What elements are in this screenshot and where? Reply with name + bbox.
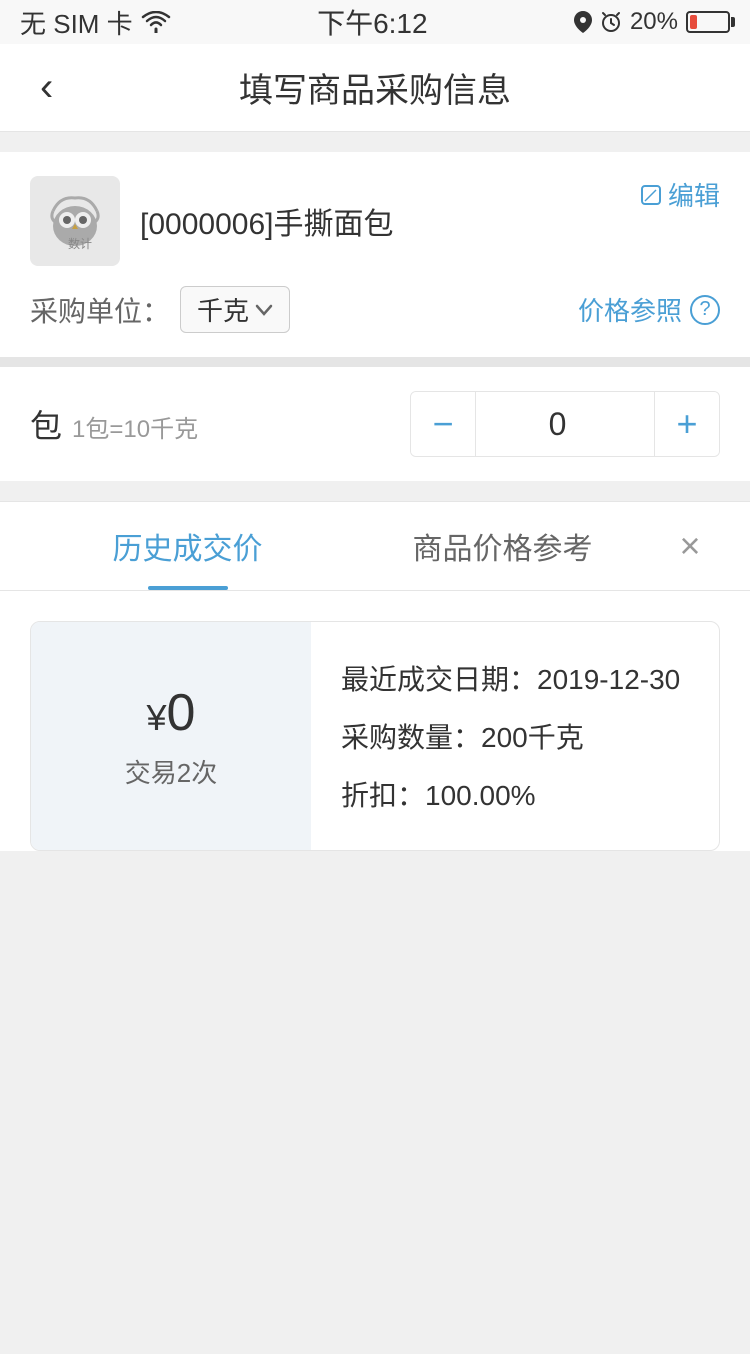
recent-date-row: 最近成交日期：2019-12-30	[341, 658, 689, 698]
tabs-header: 历史成交价 商品价格参考 ×	[0, 502, 750, 591]
discount-value: 100.00%	[425, 780, 536, 811]
history-detail-section: 最近成交日期：2019-12-30 采购数量：200千克 折扣：100.00%	[311, 622, 719, 850]
status-bar-left: 无 SIM 卡	[20, 4, 171, 41]
edit-button[interactable]: 编辑	[640, 176, 720, 213]
chevron-down-icon	[255, 304, 273, 316]
main-content: 数计 [0000006]手撕面包 编辑 采购单位： 千克	[0, 152, 750, 1354]
quantity-label: 包 1包=10千克	[30, 401, 198, 447]
divider-bar	[0, 357, 750, 367]
svg-text:数计: 数计	[68, 236, 92, 251]
tab1-label: 历史成交价	[113, 524, 263, 568]
nav-bar: ‹ 填写商品采购信息	[0, 44, 750, 132]
location-icon	[574, 11, 592, 33]
product-unit-row: 采购单位： 千克 价格参照 ?	[30, 286, 720, 333]
tabs-panel: 历史成交价 商品价格参考 × ¥0 交易2次 最近成交日期：2019-12-30…	[0, 501, 750, 851]
product-image: 数计	[30, 176, 120, 266]
quantity-controls: − +	[410, 391, 720, 457]
price-ref-label: 价格参照	[578, 291, 682, 328]
price-reference-button[interactable]: 价格参照 ?	[578, 291, 720, 328]
battery-percent: 20%	[630, 8, 678, 36]
discount-row: 折扣：100.00%	[341, 774, 689, 814]
tab2-label: 商品价格参考	[413, 524, 593, 568]
help-icon: ?	[690, 295, 720, 325]
tab-price-reference[interactable]: 商品价格参考	[345, 502, 660, 590]
carrier-text: 无 SIM 卡	[20, 4, 133, 41]
package-unit: 包	[30, 401, 62, 447]
unit-select[interactable]: 千克	[180, 286, 290, 333]
product-left: 数计 [0000006]手撕面包	[30, 176, 393, 266]
history-price-section: ¥0 交易2次	[31, 622, 311, 850]
back-button[interactable]: ‹	[30, 55, 63, 120]
quantity-input[interactable]	[475, 392, 655, 456]
purchase-qty-value: 200千克	[481, 722, 584, 753]
trade-count: 交易2次	[125, 753, 217, 790]
edit-icon	[640, 184, 662, 206]
purchase-qty-label: 采购数量：	[341, 722, 481, 753]
quantity-decrease-button[interactable]: −	[411, 392, 475, 456]
wifi-icon	[141, 11, 171, 33]
history-card: ¥0 交易2次 最近成交日期：2019-12-30 采购数量：200千克 折扣：…	[30, 621, 720, 851]
status-time: 下午6:12	[317, 2, 428, 42]
product-header: 数计 [0000006]手撕面包 编辑	[30, 176, 720, 266]
discount-label: 折扣：	[341, 780, 425, 811]
status-bar: 无 SIM 卡 下午6:12 20%	[0, 0, 750, 44]
edit-label: 编辑	[668, 176, 720, 213]
purchase-qty-row: 采购数量：200千克	[341, 716, 689, 756]
tabs-close-button[interactable]: ×	[660, 502, 720, 590]
price-amount: ¥0	[147, 683, 196, 743]
product-name: [0000006]手撕面包	[140, 199, 393, 243]
alarm-icon	[600, 11, 622, 33]
product-card: 数计 [0000006]手撕面包 编辑 采购单位： 千克	[0, 152, 750, 357]
price-value: 0	[167, 684, 196, 742]
battery-icon	[686, 11, 730, 33]
quantity-row: 包 1包=10千克 − +	[0, 367, 750, 481]
status-bar-right: 20%	[574, 8, 730, 36]
unit-value: 千克	[197, 291, 249, 328]
page-title: 填写商品采购信息	[239, 63, 511, 112]
currency-symbol: ¥	[147, 697, 167, 738]
tab-history-price[interactable]: 历史成交价	[30, 502, 345, 590]
unit-left: 采购单位： 千克	[30, 286, 290, 333]
quantity-increase-button[interactable]: +	[655, 392, 719, 456]
unit-label: 采购单位：	[30, 290, 170, 330]
package-equiv: 1包=10千克	[72, 409, 198, 444]
product-logo: 数计	[40, 186, 110, 256]
recent-date-label: 最近成交日期：	[341, 664, 537, 695]
recent-date-value: 2019-12-30	[537, 664, 680, 695]
